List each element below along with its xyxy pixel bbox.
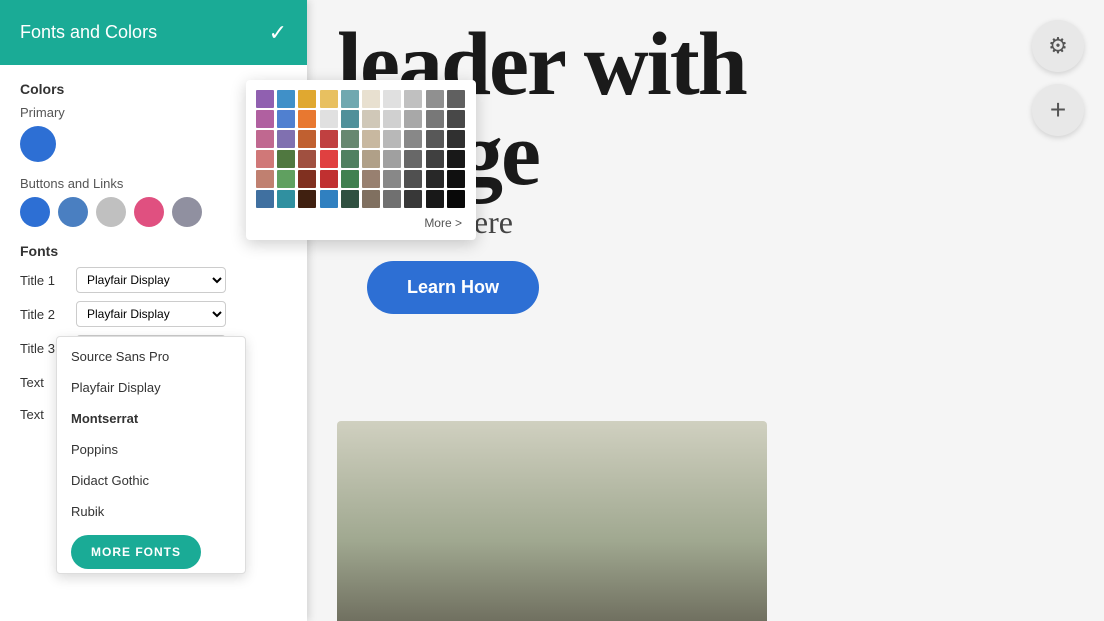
dropdown-item-playfair[interactable]: Playfair Display — [57, 372, 245, 403]
color-cell[interactable] — [426, 130, 444, 148]
color-cell[interactable] — [320, 190, 338, 208]
title2-font-select[interactable]: Playfair Display Montserrat Source Sans … — [76, 301, 226, 327]
color-cell[interactable] — [383, 130, 401, 148]
color-cell[interactable] — [362, 110, 380, 128]
color-cell[interactable] — [383, 190, 401, 208]
font-row-title2: Title 2 Playfair Display Montserrat Sour… — [20, 301, 287, 327]
dropdown-item-montserrat[interactable]: Montserrat — [57, 403, 245, 434]
color-cell[interactable] — [447, 170, 465, 188]
gear-button[interactable]: ⚙ — [1032, 20, 1084, 72]
gear-icon: ⚙ — [1048, 33, 1068, 59]
color-cell[interactable] — [256, 90, 274, 108]
color-cell[interactable] — [298, 170, 316, 188]
color-cell[interactable] — [426, 150, 444, 168]
color-cell[interactable] — [277, 110, 295, 128]
color-cell[interactable] — [362, 190, 380, 208]
plus-icon: + — [1050, 94, 1066, 126]
color-cell[interactable] — [383, 150, 401, 168]
color-cell[interactable] — [404, 190, 422, 208]
color-grid — [256, 90, 466, 208]
color-cell[interactable] — [383, 90, 401, 108]
color-cell[interactable] — [404, 170, 422, 188]
color-cell[interactable] — [320, 150, 338, 168]
color-cell[interactable] — [277, 170, 295, 188]
more-colors-link[interactable]: More > — [256, 216, 466, 230]
color-cell[interactable] — [404, 150, 422, 168]
color-cell[interactable] — [404, 110, 422, 128]
sidebar-title: Fonts and Colors — [20, 22, 157, 43]
color-cell[interactable] — [383, 170, 401, 188]
color-picker-popup: More > — [246, 80, 476, 240]
color-cell[interactable] — [320, 90, 338, 108]
color-cell[interactable] — [298, 90, 316, 108]
color-cell[interactable] — [277, 190, 295, 208]
color-cell[interactable] — [298, 150, 316, 168]
primary-color-swatch[interactable] — [20, 126, 56, 162]
dropdown-item-didact[interactable]: Didact Gothic — [57, 465, 245, 496]
color-cell[interactable] — [362, 170, 380, 188]
color-cell[interactable] — [298, 190, 316, 208]
preview-image — [337, 421, 767, 621]
color-cell[interactable] — [426, 170, 444, 188]
preview-image-inner — [337, 421, 767, 621]
color-cell[interactable] — [341, 170, 359, 188]
color-cell[interactable] — [277, 130, 295, 148]
swatch-gray[interactable] — [96, 197, 126, 227]
dropdown-item-rubik[interactable]: Rubik — [57, 496, 245, 527]
color-cell[interactable] — [341, 130, 359, 148]
color-cell[interactable] — [256, 150, 274, 168]
color-cell[interactable] — [341, 150, 359, 168]
color-cell[interactable] — [298, 130, 316, 148]
color-cell[interactable] — [362, 90, 380, 108]
color-cell[interactable] — [447, 90, 465, 108]
color-cell[interactable] — [298, 110, 316, 128]
color-cell[interactable] — [320, 170, 338, 188]
sidebar-header: Fonts and Colors ✓ — [0, 0, 307, 65]
color-cell[interactable] — [362, 150, 380, 168]
color-cell[interactable] — [277, 90, 295, 108]
color-cell[interactable] — [341, 190, 359, 208]
title2-label: Title 2 — [20, 307, 68, 322]
color-cell[interactable] — [320, 110, 338, 128]
color-cell[interactable] — [256, 110, 274, 128]
color-cell[interactable] — [277, 150, 295, 168]
font-row-title1: Title 1 Playfair Display Montserrat Sour… — [20, 267, 287, 293]
color-cell[interactable] — [404, 90, 422, 108]
color-cell[interactable] — [404, 130, 422, 148]
color-cell[interactable] — [341, 90, 359, 108]
fonts-section-label: Fonts — [20, 243, 287, 259]
color-cell[interactable] — [426, 190, 444, 208]
color-cell[interactable] — [447, 150, 465, 168]
color-cell[interactable] — [256, 170, 274, 188]
color-cell[interactable] — [426, 110, 444, 128]
swatch-blue-mid[interactable] — [58, 197, 88, 227]
confirm-icon[interactable]: ✓ — [269, 20, 287, 46]
plus-button[interactable]: + — [1032, 84, 1084, 136]
more-fonts-button[interactable]: MORE FONTS — [71, 535, 201, 569]
color-cell[interactable] — [256, 130, 274, 148]
color-cell[interactable] — [426, 90, 444, 108]
swatch-purple-gray[interactable] — [172, 197, 202, 227]
color-cell[interactable] — [383, 110, 401, 128]
color-cell[interactable] — [362, 130, 380, 148]
color-cell[interactable] — [447, 110, 465, 128]
color-cell[interactable] — [447, 190, 465, 208]
dropdown-item-poppins[interactable]: Poppins — [57, 434, 245, 465]
color-cell[interactable] — [341, 110, 359, 128]
color-cell[interactable] — [256, 190, 274, 208]
swatch-blue-dark[interactable] — [20, 197, 50, 227]
title1-font-select[interactable]: Playfair Display Montserrat Source Sans … — [76, 267, 226, 293]
color-cell[interactable] — [447, 130, 465, 148]
color-cell[interactable] — [320, 130, 338, 148]
font-dropdown: Source Sans Pro Playfair Display Montser… — [56, 336, 246, 574]
learn-how-button[interactable]: Learn How — [367, 261, 539, 314]
swatch-pink[interactable] — [134, 197, 164, 227]
dropdown-item-source-sans[interactable]: Source Sans Pro — [57, 341, 245, 372]
title1-label: Title 1 — [20, 273, 68, 288]
